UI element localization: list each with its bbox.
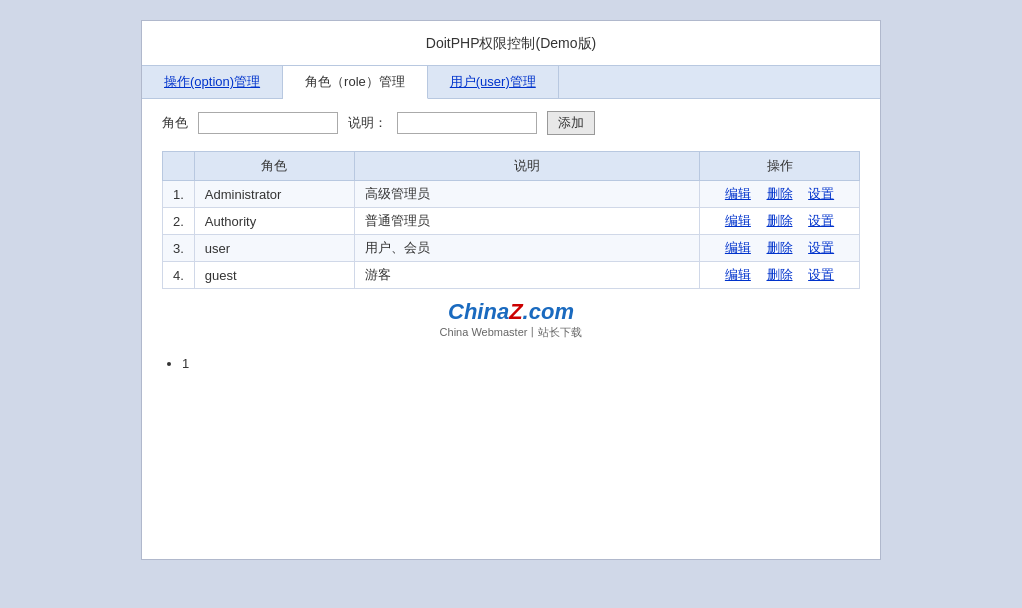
row-role: guest — [194, 262, 354, 289]
row-ops: 编辑 删除 设置 — [700, 208, 860, 235]
main-container: DoitPHP权限控制(Demo版) 操作(option)管理 角色（role）… — [141, 20, 881, 560]
row-desc: 普通管理员 — [354, 208, 699, 235]
watermark: ChinaZ.com China Webmaster丨站长下载 — [142, 299, 880, 340]
table-row: 4. guest 游客 编辑 删除 设置 — [163, 262, 860, 289]
row-ops: 编辑 删除 设置 — [700, 235, 860, 262]
watermark-z: Z — [509, 299, 522, 324]
edit-button[interactable]: 编辑 — [719, 212, 757, 230]
col-header-ops: 操作 — [700, 152, 860, 181]
table-row: 2. Authority 普通管理员 编辑 删除 设置 — [163, 208, 860, 235]
nav-item-user[interactable]: 用户(user)管理 — [428, 66, 559, 98]
page-title: DoitPHP权限控制(Demo版) — [142, 21, 880, 65]
row-num: 1. — [163, 181, 195, 208]
nav-item-role[interactable]: 角色（role）管理 — [283, 66, 428, 99]
roles-table: 角色 说明 操作 1. Administrator 高级管理员 编辑 删除 设置… — [162, 151, 860, 289]
role-input[interactable] — [198, 112, 338, 134]
row-role: Administrator — [194, 181, 354, 208]
row-num: 3. — [163, 235, 195, 262]
row-desc: 游客 — [354, 262, 699, 289]
desc-input[interactable] — [397, 112, 537, 134]
delete-button[interactable]: 删除 — [761, 266, 799, 284]
settings-button[interactable]: 设置 — [802, 266, 840, 284]
row-role: user — [194, 235, 354, 262]
row-num: 4. — [163, 262, 195, 289]
settings-button[interactable]: 设置 — [802, 185, 840, 203]
watermark-dotcom: .com — [523, 299, 574, 324]
table-row: 3. user 用户、会员 编辑 删除 设置 — [163, 235, 860, 262]
table-row: 1. Administrator 高级管理员 编辑 删除 设置 — [163, 181, 860, 208]
row-num: 2. — [163, 208, 195, 235]
desc-label: 说明： — [348, 114, 387, 132]
delete-button[interactable]: 删除 — [761, 185, 799, 203]
edit-button[interactable]: 编辑 — [719, 185, 757, 203]
row-ops: 编辑 删除 设置 — [700, 181, 860, 208]
col-header-desc: 说明 — [354, 152, 699, 181]
pagination: 1 — [142, 340, 880, 375]
row-desc: 用户、会员 — [354, 235, 699, 262]
edit-button[interactable]: 编辑 — [719, 266, 757, 284]
watermark-logo: ChinaZ.com — [142, 299, 880, 325]
add-button[interactable]: 添加 — [547, 111, 595, 135]
settings-button[interactable]: 设置 — [802, 212, 840, 230]
delete-button[interactable]: 删除 — [761, 239, 799, 257]
col-header-num — [163, 152, 195, 181]
watermark-china: China — [448, 299, 509, 324]
edit-button[interactable]: 编辑 — [719, 239, 757, 257]
settings-button[interactable]: 设置 — [802, 239, 840, 257]
row-desc: 高级管理员 — [354, 181, 699, 208]
watermark-sub: China Webmaster丨站长下载 — [142, 325, 880, 340]
row-ops: 编辑 删除 设置 — [700, 262, 860, 289]
role-label: 角色 — [162, 114, 188, 132]
page-item[interactable]: 1 — [182, 356, 860, 371]
nav-bar: 操作(option)管理 角色（role）管理 用户(user)管理 — [142, 65, 880, 99]
row-role: Authority — [194, 208, 354, 235]
col-header-role: 角色 — [194, 152, 354, 181]
nav-item-option[interactable]: 操作(option)管理 — [142, 66, 283, 98]
add-form: 角色 说明： 添加 — [142, 99, 880, 143]
delete-button[interactable]: 删除 — [761, 212, 799, 230]
